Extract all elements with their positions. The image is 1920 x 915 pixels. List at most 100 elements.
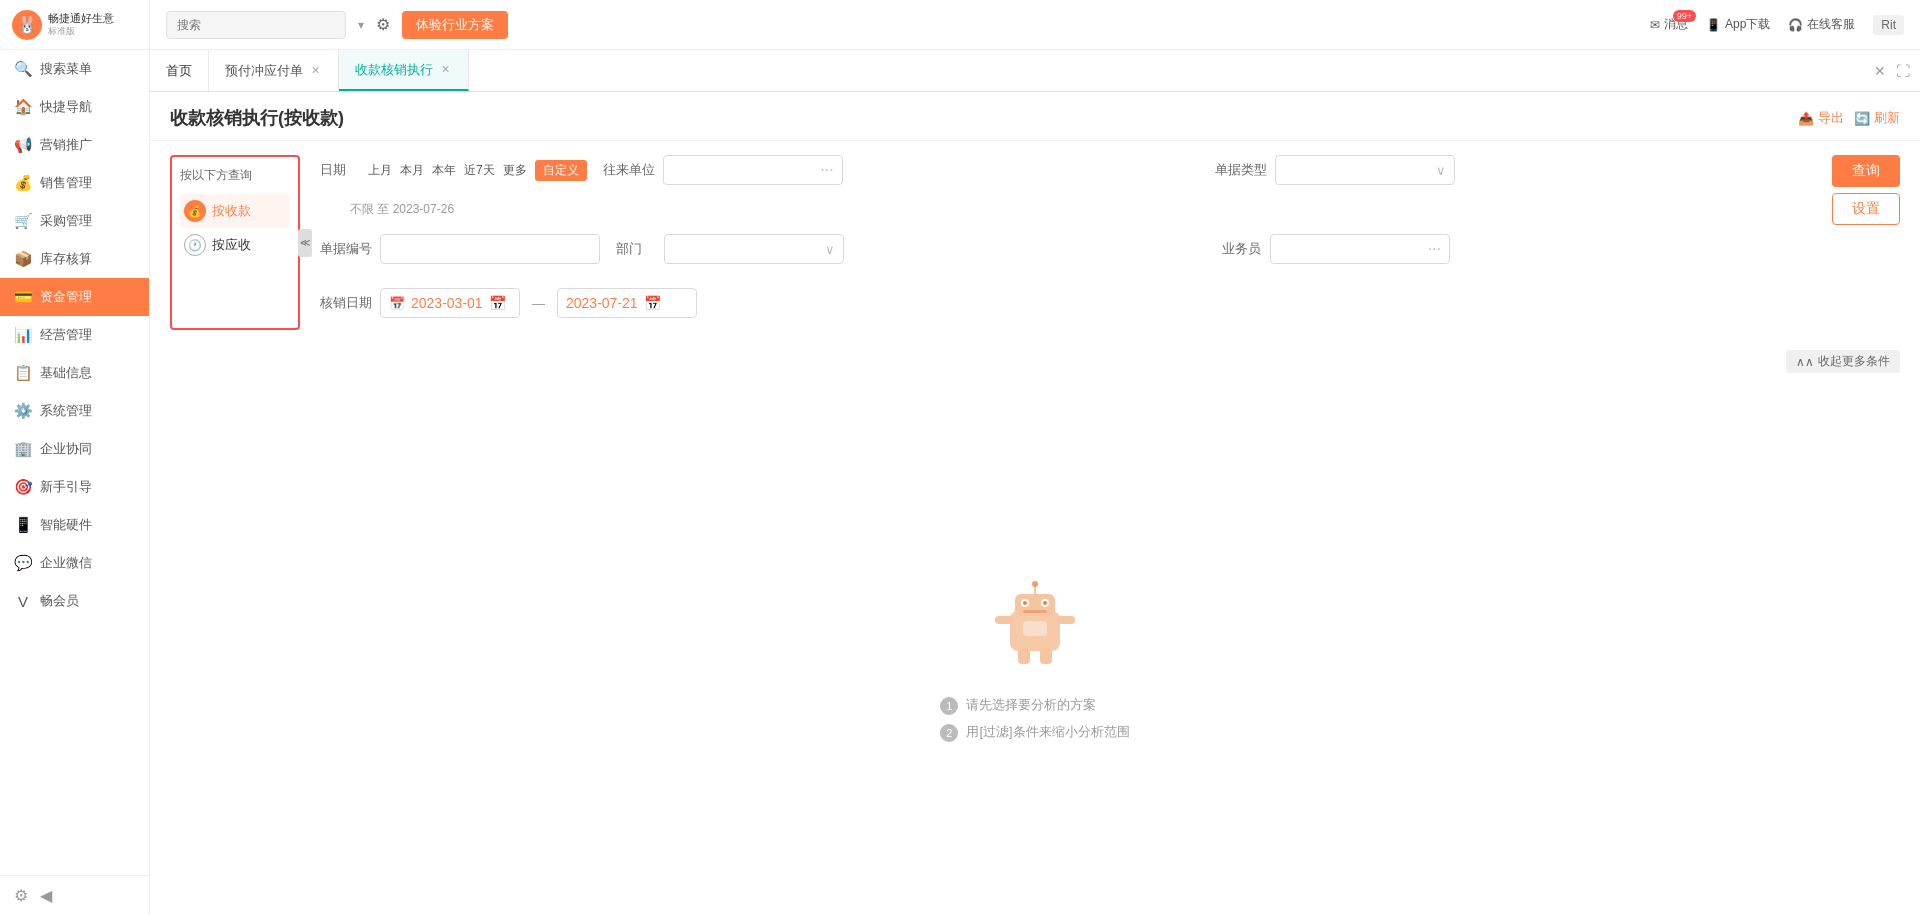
sidebar-item-purchase[interactable]: 🛒采购管理	[0, 202, 149, 240]
export-button[interactable]: 📤 导出	[1798, 109, 1844, 127]
sidebar-item-inventory[interactable]: 📦库存核算	[0, 240, 149, 278]
topbar-right: ✉ 消息 99+ 📱 App下载 🎧 在线客服 Rit	[1650, 15, 1904, 35]
setting-button[interactable]: 设置	[1832, 193, 1900, 225]
search-icon: 🔍	[14, 60, 32, 78]
chevron-down-icon[interactable]: ▾	[358, 18, 364, 32]
tab-close-prepay[interactable]: ✕	[309, 63, 322, 78]
date-this-month[interactable]: 本月	[400, 162, 424, 179]
app-download-button[interactable]: 📱 App下载	[1706, 16, 1770, 33]
filter-row-2: 单据编号 部门 ∨	[320, 234, 1812, 264]
empty-robot-illustration	[985, 576, 1085, 676]
collapse-sidebar-icon[interactable]: ◀	[40, 886, 52, 905]
system-icon: ⚙️	[14, 402, 32, 420]
filter-dept-field: 部门 ∨	[616, 234, 1206, 264]
marketing-icon: 📢	[14, 136, 32, 154]
tab-collection[interactable]: 收款核销执行 ✕	[339, 50, 469, 91]
tab-expand-icon[interactable]: ⛶	[1896, 63, 1910, 79]
sidebar-label-purchase: 采购管理	[40, 212, 92, 230]
refresh-button[interactable]: 🔄 刷新	[1854, 109, 1900, 127]
tabbar-right: ✕ ⛶	[1864, 50, 1920, 91]
sidebar-item-marketing[interactable]: 📢营销推广	[0, 126, 149, 164]
sidebar-item-newbie[interactable]: 🎯新手引导	[0, 468, 149, 506]
receipt-option-icon: 💰	[184, 200, 206, 222]
calendar-icon-end: 📅	[644, 295, 661, 311]
empty-tip-2-text: 用[过滤]条件来缩小分析范围	[966, 723, 1129, 741]
refresh-label: 刷新	[1874, 109, 1900, 127]
user-menu[interactable]: Rit	[1873, 15, 1904, 35]
tab-prepay[interactable]: 预付冲应付单 ✕	[209, 50, 339, 91]
collapse-icon: ∧∧	[1796, 355, 1814, 369]
filter-option-receivable[interactable]: 🕐 按应收	[180, 228, 290, 262]
date-this-year[interactable]: 本年	[432, 162, 456, 179]
settings-bottom-icon[interactable]: ⚙	[14, 886, 28, 905]
sidebar-item-sales[interactable]: 💰销售管理	[0, 164, 149, 202]
date-custom[interactable]: 自定义	[535, 160, 587, 181]
sidebar-item-member[interactable]: V畅会员	[0, 582, 149, 620]
doctype-label: 单据类型	[1215, 161, 1267, 179]
sidebar-item-enterprise[interactable]: 🏢企业协同	[0, 430, 149, 468]
sidebar-label-system: 系统管理	[40, 402, 92, 420]
dept-select[interactable]: ∨	[664, 234, 844, 264]
filter-row-1: 日期 上月 本月 本年 近7天 更多 自定义	[320, 155, 1812, 185]
sidebar-label-sales: 销售管理	[40, 174, 92, 192]
sidebar-item-capital[interactable]: 💳资金管理	[0, 278, 149, 316]
filter-doctype-field: 单据类型 ∨	[1215, 155, 1812, 185]
sidebar-item-quicknav[interactable]: 🏠快捷导航	[0, 88, 149, 126]
sidebar-nav: 🔍搜索菜单🏠快捷导航📢营销推广💰销售管理🛒采购管理📦库存核算💳资金管理📊经营管理…	[0, 50, 149, 875]
search-button[interactable]: 查询	[1832, 155, 1900, 187]
page-title: 收款核销执行(按收款)	[170, 106, 344, 130]
search-input[interactable]	[166, 11, 346, 39]
date-range-display: 不限 至 2023-07-26	[350, 201, 1812, 218]
page-header-actions: 📤 导出 🔄 刷新	[1798, 109, 1900, 127]
date-last-7days[interactable]: 近7天	[464, 162, 495, 179]
sidebar-label-hardware: 智能硬件	[40, 516, 92, 534]
sidebar-label-basic: 基础信息	[40, 364, 92, 382]
tab-home[interactable]: 首页	[150, 50, 209, 91]
sidebar-item-operation[interactable]: 📊经营管理	[0, 316, 149, 354]
filter-section: 按以下方查询 💰 按收款 🕐 按应收 ≪	[150, 141, 1920, 344]
sidebar-label-member: 畅会员	[40, 592, 79, 610]
filter-option-receipt[interactable]: 💰 按收款	[180, 194, 290, 228]
home-tab-label: 首页	[166, 62, 192, 80]
empty-tip-1-text: 请先选择要分析的方案	[966, 696, 1096, 714]
logo-text: 畅捷通好生意	[48, 11, 114, 25]
enterprise-icon: 🏢	[14, 440, 32, 458]
tab-close-all-icon[interactable]: ✕	[1874, 63, 1886, 79]
receivable-option-icon: 🕐	[184, 234, 206, 256]
sidebar-item-basic[interactable]: 📋基础信息	[0, 354, 149, 392]
docnum-input[interactable]	[380, 234, 600, 264]
verify-date-start-input[interactable]: 📅 2023-03-01 📅	[380, 288, 520, 318]
svg-point-13	[1032, 581, 1038, 587]
service-button[interactable]: 🎧 在线客服	[1788, 16, 1855, 33]
sidebar-label-newbie: 新手引导	[40, 478, 92, 496]
service-label: 在线客服	[1807, 16, 1855, 33]
doctype-select[interactable]: ∨	[1275, 155, 1455, 185]
svg-point-4	[1023, 601, 1027, 605]
sidebar-item-system[interactable]: ⚙️ 系统管理	[0, 392, 149, 430]
refresh-icon: 🔄	[1854, 111, 1870, 126]
filter-option-receipt-label: 按收款	[212, 202, 251, 220]
export-label: 导出	[1818, 109, 1844, 127]
verify-date-end-input[interactable]: 2023-07-21 📅	[557, 288, 697, 318]
date-more[interactable]: 更多	[503, 162, 527, 179]
empty-tips: 1 请先选择要分析的方案 2 用[过滤]条件来缩小分析范围	[940, 696, 1129, 742]
settings-icon[interactable]: ⚙	[376, 15, 390, 34]
doctype-chevron-icon: ∨	[1436, 163, 1446, 178]
tab-close-collection[interactable]: ✕	[439, 62, 452, 77]
sidebar-bottom: ⚙ ◀	[0, 875, 149, 915]
message-badge: 99+	[1673, 10, 1696, 22]
export-icon: 📤	[1798, 111, 1814, 126]
staff-select[interactable]: ···	[1270, 234, 1450, 264]
message-button[interactable]: ✉ 消息 99+	[1650, 16, 1688, 33]
unit-select[interactable]: ···	[663, 155, 843, 185]
date-links: 上月 本月 本年 近7天 更多 自定义	[368, 160, 587, 181]
filter-sidebar-collapse-btn[interactable]: ≪	[298, 229, 312, 257]
collapse-more-btn[interactable]: ∧∧ 收起更多条件	[1786, 350, 1900, 373]
sidebar-item-hardware[interactable]: 📱智能硬件	[0, 506, 149, 544]
industry-button[interactable]: 体验行业方案	[402, 11, 508, 39]
sidebar-item-search[interactable]: 🔍搜索菜单	[0, 50, 149, 88]
empty-tip-2: 2 用[过滤]条件来缩小分析范围	[940, 723, 1129, 742]
date-last-month[interactable]: 上月	[368, 162, 392, 179]
prepay-tab-label: 预付冲应付单	[225, 62, 303, 80]
sidebar-item-wechat[interactable]: 💬企业微信	[0, 544, 149, 582]
